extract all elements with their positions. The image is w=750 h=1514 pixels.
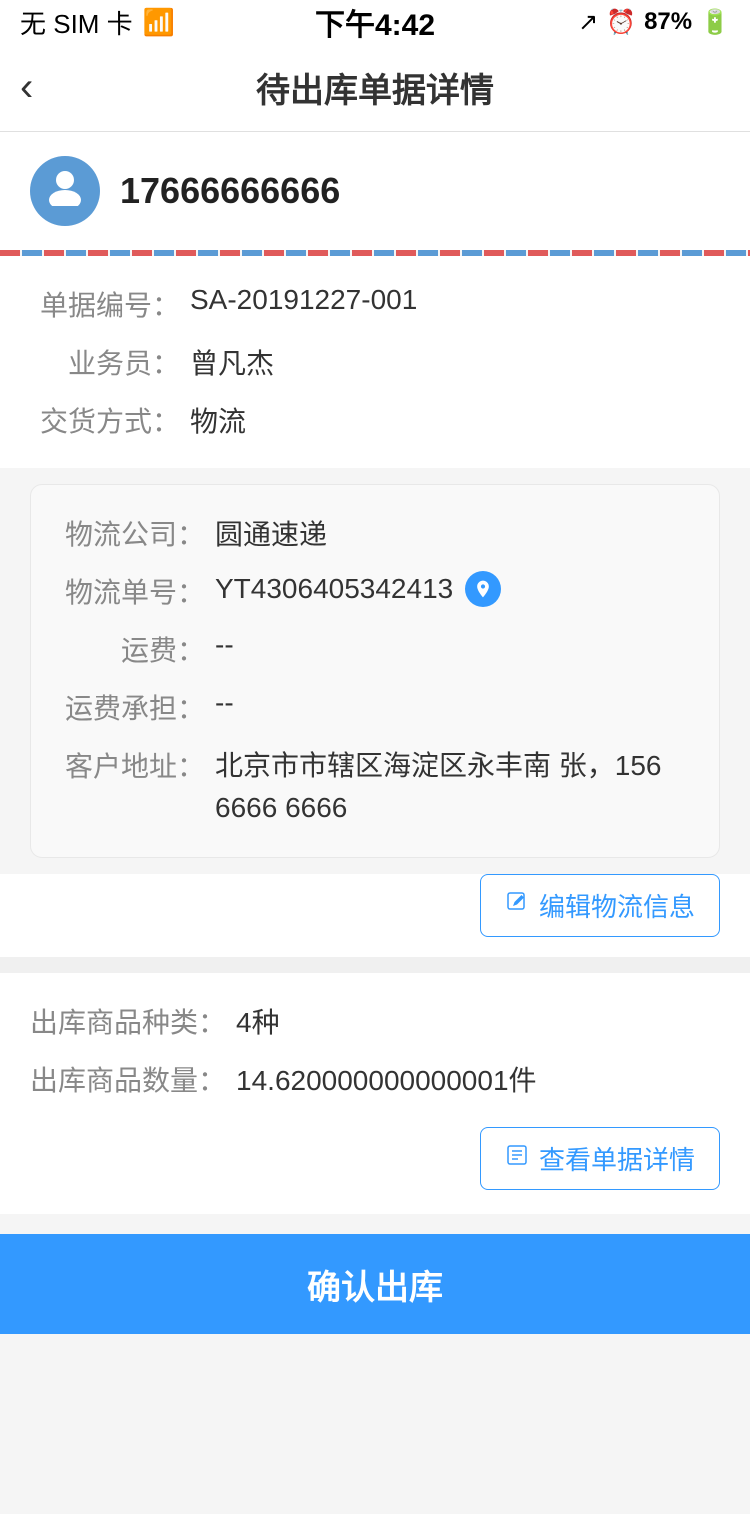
goods-type-row: 出库商品种类： 4种 (30, 1001, 720, 1041)
edit-logistics-label: 编辑物流信息 (539, 887, 695, 924)
view-detail-label: 查看单据详情 (539, 1140, 695, 1177)
address-label: 客户地址： (55, 745, 205, 785)
freight-bearer-row: 运费承担： -- (55, 687, 695, 727)
logistics-company-label: 物流公司： (55, 513, 205, 553)
customer-phone: 17666666666 (120, 170, 340, 212)
goods-type-value: 4种 (236, 1001, 280, 1041)
location-service-icon: ↗ (578, 8, 598, 37)
tracking-number-label: 物流单号： (55, 571, 205, 611)
freight-bearer-value: -- (215, 687, 695, 719)
freight-label: 运费： (55, 629, 205, 669)
wifi-icon: 📶 (143, 7, 175, 38)
freight-value: -- (215, 629, 695, 661)
freight-bearer-label: 运费承担： (55, 687, 205, 727)
section-divider (0, 957, 750, 973)
battery-text: 87% (644, 8, 692, 36)
delivery-method-value: 物流 (190, 400, 720, 440)
delivery-method-label: 交货方式： (30, 400, 180, 440)
tracking-number-row: 物流单号： YT43064053424​13 (55, 571, 695, 611)
freight-row: 运费： -- (55, 629, 695, 669)
order-number-row: 单据编号： SA-20191227-001 (30, 284, 720, 324)
view-detail-row: 查看单据详情 (0, 1127, 750, 1214)
edit-icon (505, 890, 529, 921)
goods-type-label: 出库商品种类： (30, 1001, 226, 1041)
alarm-icon: ⏰ (606, 8, 636, 37)
confirm-button[interactable]: 确认出库 (0, 1234, 750, 1334)
logistics-card: 物流公司： 圆通速递 物流单号： YT43064053424​13 运费： --… (30, 484, 720, 858)
back-button[interactable]: ‹ (20, 65, 33, 110)
status-time: 下午4:42 (315, 0, 435, 44)
status-right: ↗ ⏰ 87% 🔋 (578, 8, 730, 37)
address-value: 北京市市辖区海淀区永丰南 张，156 6666 6666 (215, 745, 695, 829)
salesperson-row: 业务员： 曾凡杰 (30, 342, 720, 382)
status-left: 无 SIM 卡 📶 (20, 4, 175, 41)
confirm-button-label: 确认出库 (307, 1260, 443, 1309)
salesperson-value: 曾凡杰 (190, 342, 720, 382)
nav-bar: ‹ 待出库单据详情 (0, 44, 750, 132)
carrier-text: 无 SIM 卡 (20, 4, 133, 41)
logistics-company-row: 物流公司： 圆通速递 (55, 513, 695, 553)
user-icon (45, 166, 85, 216)
order-number-value: SA-20191227-001 (190, 284, 720, 316)
goods-quantity-value: 14.620000000000001件 (236, 1059, 537, 1099)
status-bar: 无 SIM 卡 📶 下午4:42 ↗ ⏰ 87% 🔋 (0, 0, 750, 44)
address-row: 客户地址： 北京市市辖区海淀区永丰南 张，156 6666 6666 (55, 745, 695, 829)
customer-section: 17666666666 (0, 132, 750, 250)
delivery-method-row: 交货方式： 物流 (30, 400, 720, 440)
logistics-company-value: 圆通速递 (215, 513, 695, 553)
battery-icon: 🔋 (700, 8, 730, 37)
page-title: 待出库单据详情 (256, 63, 494, 112)
map-pin-icon[interactable] (465, 571, 501, 607)
list-icon (505, 1143, 529, 1174)
view-detail-button[interactable]: 查看单据详情 (480, 1127, 720, 1190)
order-number-label: 单据编号： (30, 284, 180, 324)
edit-logistics-button[interactable]: 编辑物流信息 (480, 874, 720, 937)
tracking-number-value: YT43064053424​13 (215, 571, 695, 607)
goods-quantity-label: 出库商品数量： (30, 1059, 226, 1099)
edit-btn-row: 编辑物流信息 (0, 874, 750, 957)
order-info-section: 单据编号： SA-20191227-001 业务员： 曾凡杰 交货方式： 物流 (0, 256, 750, 468)
salesperson-label: 业务员： (30, 342, 180, 382)
avatar (30, 156, 100, 226)
goods-section: 出库商品种类： 4种 出库商品数量： 14.620000000000001件 (0, 973, 750, 1127)
goods-quantity-row: 出库商品数量： 14.620000000000001件 (30, 1059, 720, 1099)
